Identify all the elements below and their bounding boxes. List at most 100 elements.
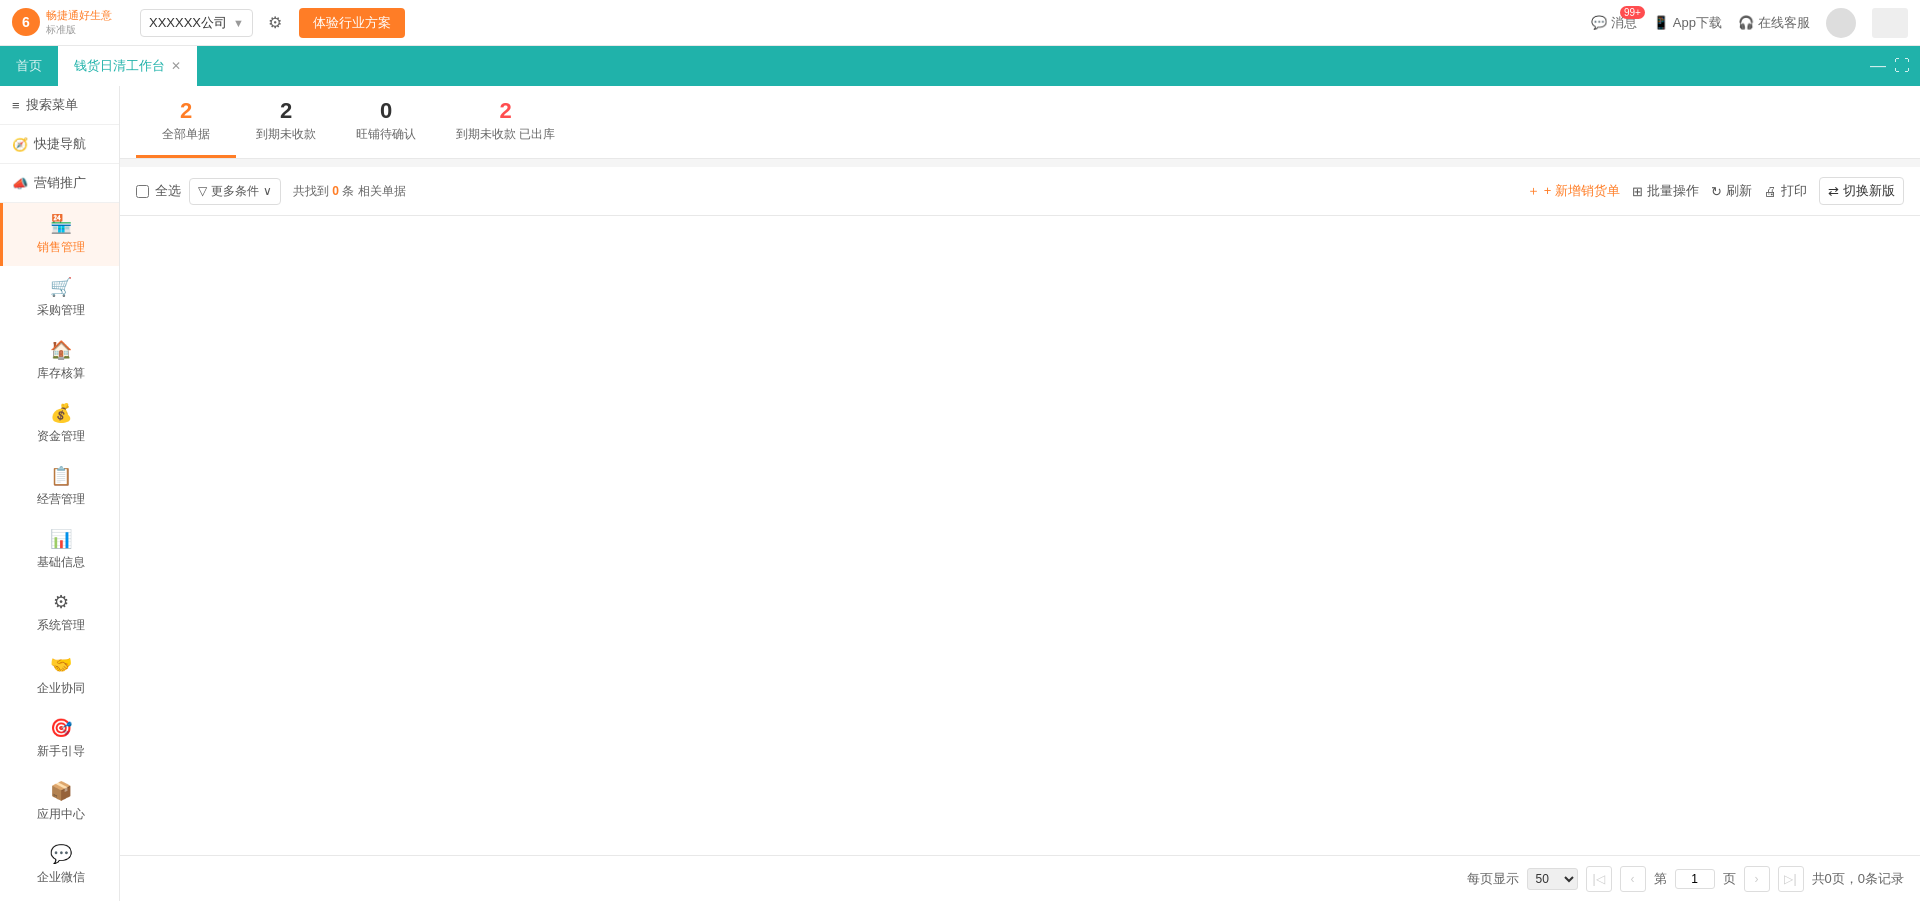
quick-nav-item[interactable]: 🧭 快捷导航 — [0, 125, 119, 164]
sidebar-item-finance-label: 资金管理 — [37, 428, 85, 445]
sidebar-item-basic-info[interactable]: 📊 基础信息 — [0, 518, 119, 581]
batch-label: 批量操作 — [1647, 182, 1699, 200]
found-text: 共找到 0 条 相关单据 — [293, 183, 406, 200]
stat-shipped-count: 2 — [500, 98, 512, 124]
system-icon: ⚙ — [53, 591, 69, 613]
message-button[interactable]: 💬 消息 99+ — [1591, 14, 1637, 32]
sidebar-item-sales[interactable]: 🏪 销售管理 — [0, 203, 119, 266]
logo-text: 畅捷通好生意 — [46, 8, 112, 22]
batch-icon: ⊞ — [1632, 184, 1643, 199]
first-page-button[interactable]: |◁ — [1586, 866, 1612, 892]
headset-icon: 🎧 — [1738, 15, 1754, 30]
company-select[interactable]: XXXXXX公司 ▼ — [140, 9, 253, 37]
pagination: 每页显示 50 10 20 100 |◁ ‹ 第 页 › ▷| 共0页，0条记录 — [120, 855, 1920, 901]
nav-icon: 🧭 — [12, 137, 28, 152]
tab-home[interactable]: 首页 — [0, 46, 58, 86]
select-all-checkbox[interactable] — [136, 185, 149, 198]
header-right: 💬 消息 99+ 📱 App下载 🎧 在线客服 — [1591, 8, 1908, 38]
stat-pending-label: 旺铺待确认 — [356, 126, 416, 143]
sidebar-item-guide[interactable]: 🎯 新手引导 — [0, 707, 119, 770]
table-area — [120, 216, 1920, 855]
more-conditions-button[interactable]: ▽ 更多条件 ∨ — [189, 178, 281, 205]
sidebar-item-system[interactable]: ⚙ 系统管理 — [0, 581, 119, 644]
tab-cash-flow[interactable]: 钱货日清工作台 ✕ — [58, 46, 197, 86]
finance-icon: 💰 — [50, 402, 72, 424]
main-layout: ≡ 搜索菜单 🧭 快捷导航 📣 营销推广 🏪 销售管理 🛒 采购管理 🏠 库存核… — [0, 86, 1920, 901]
chevron-down-icon: ▼ — [233, 17, 244, 29]
sidebar-item-purchase[interactable]: 🛒 采购管理 — [0, 266, 119, 329]
page-label-end: 页 — [1723, 870, 1736, 888]
message-badge: 99+ — [1620, 6, 1645, 19]
add-sales-order-button[interactable]: ＋ + 新增销货单 — [1527, 182, 1620, 200]
stat-all-label: 全部单据 — [162, 126, 210, 143]
sidebar-item-basic-info-label: 基础信息 — [37, 554, 85, 571]
stat-all-count: 2 — [180, 98, 192, 124]
sidebar-item-app-center[interactable]: 📦 应用中心 — [0, 770, 119, 833]
sidebar-item-member[interactable]: 🏷 畅会员 — [0, 896, 119, 901]
stat-tab-overdue[interactable]: 2 到期未收款 — [236, 86, 336, 158]
online-service-label: 在线客服 — [1758, 14, 1810, 32]
try-industry-button[interactable]: 体验行业方案 — [299, 8, 405, 38]
next-page-button[interactable]: › — [1744, 866, 1770, 892]
sidebar-item-inventory[interactable]: 🏠 库存核算 — [0, 329, 119, 392]
wechat-icon: 💬 — [50, 843, 72, 865]
select-all-label: 全选 — [155, 182, 181, 200]
quick-nav-label: 快捷导航 — [34, 135, 86, 153]
sidebar-item-wechat[interactable]: 💬 企业微信 — [0, 833, 119, 896]
print-label: 打印 — [1781, 182, 1807, 200]
sidebar-item-inventory-label: 库存核算 — [37, 365, 85, 382]
logo-sub: 标准版 — [46, 23, 112, 37]
message-icon: 💬 — [1591, 15, 1607, 30]
logo-area: 6 畅捷通好生意 标准版 — [12, 8, 132, 36]
refresh-button[interactable]: ↻ 刷新 — [1711, 182, 1752, 200]
maximize-icon[interactable]: ⛶ — [1894, 57, 1910, 75]
inventory-icon: 🏠 — [50, 339, 72, 361]
stat-pending-count: 0 — [380, 98, 392, 124]
print-button[interactable]: 🖨 打印 — [1764, 182, 1807, 200]
page-input[interactable] — [1675, 869, 1715, 889]
sidebar-item-wechat-label: 企业微信 — [37, 869, 85, 886]
minimize-icon[interactable]: — — [1870, 57, 1886, 75]
user-menu[interactable] — [1872, 8, 1908, 38]
marketing-label: 营销推广 — [34, 174, 86, 192]
app-download-label: App下载 — [1673, 14, 1722, 32]
total-text: 共0页，0条记录 — [1812, 870, 1904, 888]
search-icon: ≡ — [12, 98, 20, 113]
sidebar-item-purchase-label: 采购管理 — [37, 302, 85, 319]
sidebar-item-finance[interactable]: 💰 资金管理 — [0, 392, 119, 455]
close-icon[interactable]: ✕ — [171, 59, 181, 73]
add-sales-label: + 新增销货单 — [1544, 182, 1620, 200]
tab-actions: — ⛶ — [1860, 57, 1920, 75]
refresh-icon: ↻ — [1711, 184, 1722, 199]
switch-version-button[interactable]: ⇄ 切换新版 — [1819, 177, 1904, 205]
last-page-button[interactable]: ▷| — [1778, 866, 1804, 892]
batch-operation-button[interactable]: ⊞ 批量操作 — [1632, 182, 1699, 200]
tab-bar: 首页 钱货日清工作台 ✕ — ⛶ — [0, 46, 1920, 86]
stat-tab-shipped[interactable]: 2 到期未收款 已出库 — [436, 86, 575, 158]
tab-cash-flow-label: 钱货日清工作台 — [74, 57, 165, 75]
operations-icon: 📋 — [50, 465, 72, 487]
app-download-button[interactable]: 📱 App下载 — [1653, 14, 1722, 32]
stat-tab-all[interactable]: 2 全部单据 — [136, 86, 236, 158]
sidebar-item-operations[interactable]: 📋 经营管理 — [0, 455, 119, 518]
tab-home-label: 首页 — [16, 57, 42, 75]
avatar[interactable] — [1826, 8, 1856, 38]
found-count: 0 — [332, 184, 339, 198]
refresh-label: 刷新 — [1726, 182, 1752, 200]
stat-tab-pending[interactable]: 0 旺铺待确认 — [336, 86, 436, 158]
prev-page-button[interactable]: ‹ — [1620, 866, 1646, 892]
page-size-select[interactable]: 50 10 20 100 — [1527, 868, 1578, 890]
more-conditions-label: 更多条件 — [211, 183, 259, 200]
settings-icon[interactable]: ⚙ — [261, 9, 289, 37]
search-menu-label: 搜索菜单 — [26, 96, 78, 114]
sidebar-item-enterprise[interactable]: 🤝 企业协同 — [0, 644, 119, 707]
sidebar-item-system-label: 系统管理 — [37, 617, 85, 634]
search-menu-item[interactable]: ≡ 搜索菜单 — [0, 86, 119, 125]
purchase-icon: 🛒 — [50, 276, 72, 298]
content-area: 2 全部单据 2 到期未收款 0 旺铺待确认 2 到期未收款 已出库 全选 ▽ … — [120, 86, 1920, 901]
phone-icon: 📱 — [1653, 15, 1669, 30]
sidebar: ≡ 搜索菜单 🧭 快捷导航 📣 营销推广 🏪 销售管理 🛒 采购管理 🏠 库存核… — [0, 86, 120, 901]
page-size-label: 每页显示 — [1467, 870, 1519, 888]
online-service-button[interactable]: 🎧 在线客服 — [1738, 14, 1810, 32]
marketing-item[interactable]: 📣 营销推广 — [0, 164, 119, 203]
